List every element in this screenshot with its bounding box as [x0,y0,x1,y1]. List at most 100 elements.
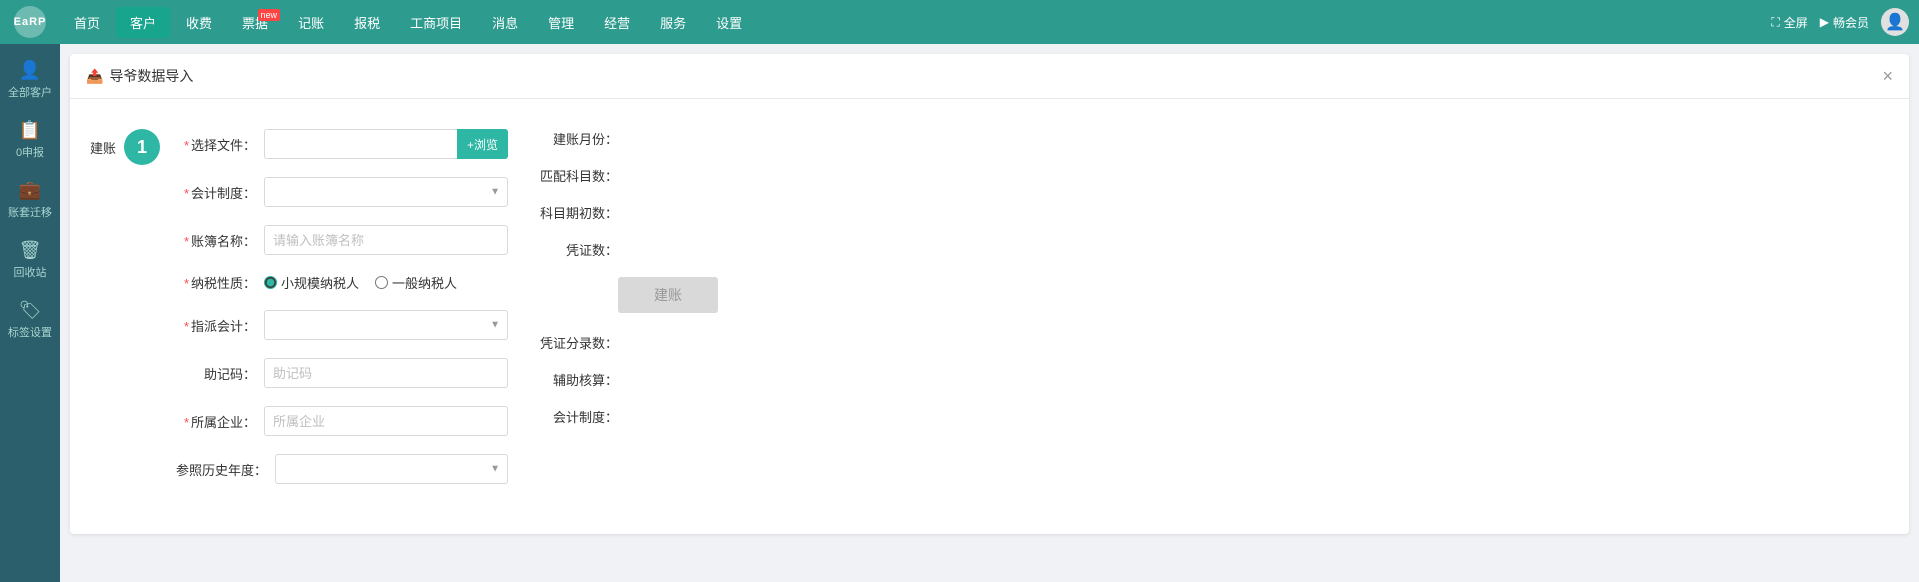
file-input[interactable] [264,129,457,159]
file-row: *选择文件： +浏览 [176,129,508,159]
panel-title-area: 📤 导爷数据导入 [86,66,193,86]
history-year-label: 参照历史年度： [176,460,267,479]
step-circle: 1 [124,129,160,165]
fullscreen-button[interactable]: ⛶ 全屏 [1771,14,1807,31]
top-navigation: EaRP 首页客户收费票据new记账报税工商项目消息管理经营服务设置 ⛶ 全屏 … [0,0,1919,44]
accountant-select[interactable] [264,310,508,340]
company-input[interactable] [264,406,508,436]
member-icon: ▶ [1820,15,1829,29]
step-label: 建账 [90,138,116,157]
build-button[interactable]: 建账 [618,277,718,313]
logo[interactable]: EaRP [10,2,50,42]
accountant-row: *指派会计： ▼ [176,310,508,340]
nav-item-经营[interactable]: 经营 [590,7,644,38]
panel-title: 导爷数据导入 [109,66,193,86]
nav-item-报税[interactable]: 报税 [340,7,394,38]
voucher-count-row: 凭证数： [528,240,808,259]
ledger-name-label: *账簿名称： [176,231,256,250]
account-system-info-row: 会计制度： [528,407,808,426]
nav-item-消息[interactable]: 消息 [478,7,532,38]
ledger-name-row: *账簿名称： [176,225,508,255]
member-button[interactable]: ▶ 畅会员 [1820,14,1869,31]
nav-item-客户[interactable]: 客户 [116,7,170,38]
sidebar-item-标签设置[interactable]: 🏷标签设置 [0,292,60,348]
build-button-area: 建账 [528,277,808,313]
tax-general-radio[interactable] [375,276,388,289]
main-layout: 👤 全部客户 📋 0申报 💼账套迁移 🗑 回收站 🏷标签设置 📤 导爷数据导入 × 建账 1 [0,44,1919,582]
memo-code-row: 助记码： [176,358,508,388]
tax-general-label: 一般纳税人 [392,273,457,292]
import-panel: 📤 导爷数据导入 × 建账 1 [70,54,1909,534]
sidebar-item-label: 回收站 [14,264,47,280]
fullscreen-label: 全屏 [1784,14,1808,31]
browse-button[interactable]: +浏览 [457,129,508,159]
nav-item-收费[interactable]: 收费 [172,7,226,38]
init-balance-label: 科目期初数： [528,203,618,222]
match-subject-row: 匹配科目数： [528,166,808,185]
account-system-select[interactable] [264,177,508,207]
tax-general-option[interactable]: 一般纳税人 [375,273,457,292]
nav-item-工商项目[interactable]: 工商项目 [396,7,476,38]
build-month-label: 建账月份： [528,129,618,148]
logo-icon: EaRP [14,6,46,38]
nav-item-管理[interactable]: 管理 [534,7,588,38]
memo-code-label: 助记码： [176,364,256,383]
init-balance-row: 科目期初数： [528,203,808,222]
tax-type-row: *纳税性质： 小规模纳税人 一般纳税人 [176,273,508,292]
file-input-group: +浏览 [264,129,508,159]
nav-item-首页[interactable]: 首页 [60,7,114,38]
info-section: 建账月份： 匹配科目数： 科目期初数： 凭证数： [528,129,808,502]
sidebar-item-全部客户[interactable]: 👤 全部客户 [0,52,60,108]
aux-accounting-row: 辅助核算： [528,370,808,389]
tax-type-radio-group: 小规模纳税人 一般纳税人 [264,273,457,292]
nav-item-票据[interactable]: 票据new [228,7,282,38]
nav-item-记账[interactable]: 记账 [284,7,338,38]
nav-item-设置[interactable]: 设置 [702,7,756,38]
memo-code-input[interactable] [264,358,508,388]
history-year-row: 参照历史年度： ▼ [176,454,508,484]
history-year-select[interactable] [275,454,508,484]
sidebar-item-账套迁移[interactable]: 💼账套迁移 [0,172,60,228]
nav-item-服务[interactable]: 服务 [646,7,700,38]
accountant-label: *指派会计： [176,316,256,335]
account-system-info-label: 会计制度： [528,407,618,426]
aux-accounting-label: 辅助核算： [528,370,618,389]
sidebar-icon: 🗑 [19,240,42,261]
tax-small-label: 小规模纳税人 [281,273,359,292]
content-area: 📤 导爷数据导入 × 建账 1 [60,44,1919,582]
account-system-label: *会计制度： [176,183,256,202]
tax-small-option[interactable]: 小规模纳税人 [264,273,359,292]
tax-type-label: *纳税性质： [176,273,256,292]
panel-body: 建账 1 *选择文件： +浏览 [70,99,1909,532]
fullscreen-icon: ⛶ [1771,15,1779,30]
history-year-select-wrapper: ▼ [275,454,508,484]
nav-menu: 首页客户收费票据new记账报税工商项目消息管理经营服务设置 [60,7,1771,38]
member-label: 畅会员 [1833,14,1869,31]
sidebar-item-label: 0申报 [16,144,44,160]
avatar[interactable]: 👤 [1881,8,1909,36]
ledger-name-input[interactable] [264,225,508,255]
sidebar-icon: 📋 [19,120,41,141]
tax-small-radio[interactable] [264,276,277,289]
panel-title-icon: 📤 [86,68,103,85]
voucher-entries-label: 凭证分录数： [528,333,618,352]
nav-right-area: ⛶ 全屏 ▶ 畅会员 👤 [1771,8,1909,36]
close-button[interactable]: × [1882,67,1893,85]
build-month-row: 建账月份： [528,129,808,148]
company-row: *所属企业： [176,406,508,436]
file-label: *选择文件： [176,135,256,154]
sidebar-icon: 🏷 [19,300,42,321]
sidebar-item-label: 账套迁移 [8,204,52,220]
accountant-select-wrapper: ▼ [264,310,508,340]
sidebar-item-0申报[interactable]: 📋 0申报 [0,112,60,168]
sidebar-item-回收站[interactable]: 🗑 回收站 [0,232,60,288]
form-area: 建账 1 *选择文件： +浏览 [90,129,508,502]
sidebar-icon: 👤 [19,60,41,81]
voucher-count-label: 凭证数： [528,240,618,259]
company-label: *所属企业： [176,412,256,431]
sidebar-item-label: 全部客户 [8,84,52,100]
form-section: *选择文件： +浏览 *会计制度： [176,129,508,502]
account-system-row: *会计制度： ▼ [176,177,508,207]
sidebar: 👤 全部客户 📋 0申报 💼账套迁移 🗑 回收站 🏷标签设置 [0,44,60,582]
voucher-entries-row: 凭证分录数： [528,333,808,352]
